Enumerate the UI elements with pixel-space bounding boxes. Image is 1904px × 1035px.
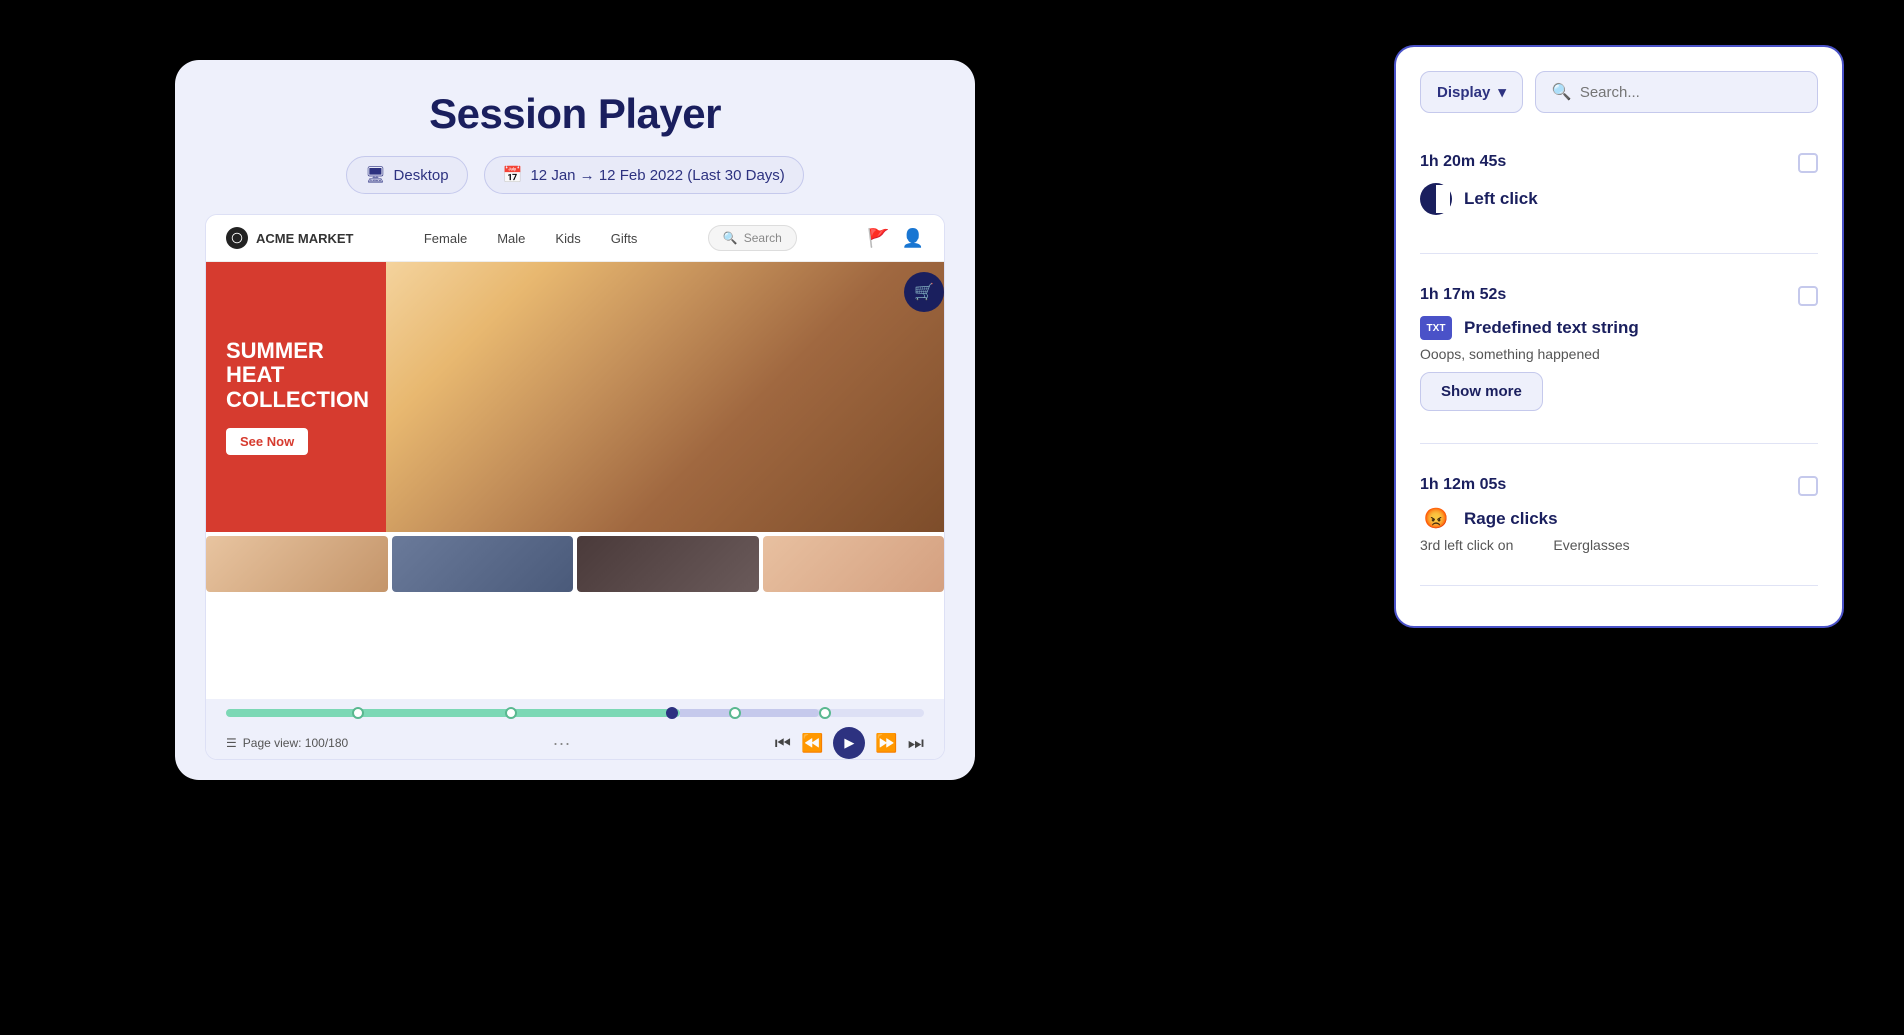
search-icon: 🔍 <box>723 231 738 245</box>
device-button[interactable]: 🖥 Desktop <box>346 156 467 194</box>
date-range-button[interactable]: 📅 12 Jan → 12 Feb 2022 (Last 30 Days) <box>484 156 804 194</box>
filter-type-row-1: Left click <box>1420 183 1818 215</box>
timeline-section: ☰ Page view: 100/180 ··· ⏮ ⏪ ▶ ⏩ ⏭ <box>206 699 944 759</box>
person-silhouette <box>384 262 944 532</box>
brand-icon <box>226 227 248 249</box>
rewind-button[interactable]: ⏪ <box>801 733 823 754</box>
thumbnail-1 <box>206 536 388 592</box>
session-title: Session Player <box>429 90 721 138</box>
filter-type-row-2: TXT Predefined text string <box>1420 316 1818 340</box>
txt-icon: TXT <box>1420 316 1452 340</box>
filter-checkbox-1[interactable] <box>1798 153 1818 173</box>
divider-2 <box>1420 443 1818 444</box>
search-icon: 🔍 <box>1552 82 1572 102</box>
flag-icon: 🚩 <box>867 228 889 249</box>
filter-type-label-2: Predefined text string <box>1464 318 1639 338</box>
desktop-icon: 🖥 <box>365 165 385 185</box>
nav-kids[interactable]: Kids <box>555 231 580 246</box>
filter-subtext-2: Ooops, something happened <box>1420 346 1818 362</box>
filter-item-2-header: 1h 17m 52s <box>1420 286 1818 306</box>
player-controls: ☰ Page view: 100/180 ··· ⏮ ⏪ ▶ ⏩ ⏭ <box>226 727 924 759</box>
hero-promo: SUMMER HEAT Collection See Now <box>206 262 386 532</box>
filter-type-row-3: 😡 Rage clicks <box>1420 506 1818 531</box>
hero-background: SUMMER HEAT Collection See Now 🛒 <box>206 262 944 532</box>
browser-nav: ACME MARKET Female Male Kids Gifts 🔍 Sea… <box>206 215 944 262</box>
search-input[interactable] <box>1580 84 1801 101</box>
user-icon: 👤 <box>902 228 924 249</box>
nav-gifts[interactable]: Gifts <box>611 231 638 246</box>
brand-label: ACME MARKET <box>256 231 354 246</box>
rage-click-detail: 3rd left click on Everglasses <box>1420 537 1818 553</box>
page-view-label: ☰ Page view: 100/180 <box>226 736 348 750</box>
chevron-down-icon: ▾ <box>1498 83 1506 101</box>
filter-timestamp-2: 1h 17m 52s <box>1420 286 1506 304</box>
thumbnail-4 <box>763 536 945 592</box>
skip-to-end-button[interactable]: ⏭ <box>908 733 924 754</box>
browser-mockup: ACME MARKET Female Male Kids Gifts 🔍 Sea… <box>205 214 945 760</box>
timeline-dot-3[interactable] <box>666 707 678 719</box>
nav-icons: 🚩 👤 <box>867 228 924 249</box>
timeline-dot-4[interactable] <box>729 707 741 719</box>
timeline-bar[interactable] <box>226 709 924 717</box>
nav-links: Female Male Kids Gifts <box>424 231 638 246</box>
filter-checkbox-3[interactable] <box>1798 476 1818 496</box>
timeline-progress <box>226 709 680 717</box>
session-player-card: Session Player 🖥 Desktop 📅 12 Jan → 12 F… <box>175 60 975 780</box>
filter-type-label-1: Left click <box>1464 189 1538 209</box>
playback-controls: ⏮ ⏪ ▶ ⏩ ⏭ <box>775 727 924 759</box>
timeline-segment-purple <box>680 709 820 717</box>
filter-item-rage-clicks: 1h 12m 05s 😡 Rage clicks 3rd left click … <box>1420 460 1818 569</box>
display-button[interactable]: Display ▾ <box>1420 71 1523 113</box>
filter-timestamp-3: 1h 12m 05s <box>1420 476 1506 494</box>
date-range-label: 12 Jan → 12 Feb 2022 (Last 30 Days) <box>530 167 784 184</box>
play-button[interactable]: ▶ <box>833 727 865 759</box>
filter-header: Display ▾ 🔍 <box>1420 71 1818 113</box>
filter-panel: Display ▾ 🔍 1h 20m 45s Left click <box>1394 45 1844 628</box>
hero-promo-text: SUMMER HEAT Collection <box>226 339 369 412</box>
filter-item-left-click: 1h 20m 45s Left click <box>1420 137 1818 237</box>
filter-item-1-header: 1h 20m 45s <box>1420 153 1818 173</box>
page-view-icon: ☰ <box>226 736 237 750</box>
timeline-dot-1[interactable] <box>352 707 364 719</box>
thumbnail-2 <box>392 536 574 592</box>
session-controls: 🖥 Desktop 📅 12 Jan → 12 Feb 2022 (Last 3… <box>346 156 804 194</box>
hero-person-image <box>384 262 944 532</box>
filter-item-text-string: 1h 17m 52s TXT Predefined text string Oo… <box>1420 270 1818 427</box>
see-now-button[interactable]: See Now <box>226 428 308 455</box>
show-more-button[interactable]: Show more <box>1420 372 1543 411</box>
divider-1 <box>1420 253 1818 254</box>
left-click-icon <box>1420 183 1452 215</box>
cart-bubble[interactable]: 🛒 <box>904 272 944 312</box>
search-label: Search <box>744 231 782 245</box>
filter-type-label-3: Rage clicks <box>1464 509 1558 529</box>
search-input-wrap[interactable]: 🔍 <box>1535 71 1818 113</box>
thumbnail-3 <box>577 536 759 592</box>
timeline-dot-2[interactable] <box>505 707 517 719</box>
divider-3 <box>1420 585 1818 586</box>
rage-click-icon: 😡 <box>1420 506 1452 531</box>
nav-female[interactable]: Female <box>424 231 467 246</box>
filter-item-3-header: 1h 12m 05s <box>1420 476 1818 496</box>
skip-to-start-button[interactable]: ⏮ <box>775 733 791 754</box>
nav-search[interactable]: 🔍 Search <box>708 225 797 251</box>
rage-click-detail-label2: Everglasses <box>1553 537 1629 553</box>
fast-forward-button[interactable]: ⏩ <box>875 733 897 754</box>
filter-timestamp-1: 1h 20m 45s <box>1420 153 1506 171</box>
brand: ACME MARKET <box>226 227 354 249</box>
more-options-button[interactable]: ··· <box>552 733 570 754</box>
thumbnail-row <box>206 532 944 592</box>
display-label: Display <box>1437 84 1490 101</box>
device-label: Desktop <box>394 167 449 184</box>
calendar-icon: 📅 <box>503 165 523 185</box>
hero-section: SUMMER HEAT Collection See Now 🛒 <box>206 262 944 699</box>
filter-checkbox-2[interactable] <box>1798 286 1818 306</box>
nav-male[interactable]: Male <box>497 231 525 246</box>
timeline-dot-5[interactable] <box>819 707 831 719</box>
page-view-text: Page view: 100/180 <box>243 736 348 750</box>
rage-click-detail-label1: 3rd left click on <box>1420 537 1513 553</box>
